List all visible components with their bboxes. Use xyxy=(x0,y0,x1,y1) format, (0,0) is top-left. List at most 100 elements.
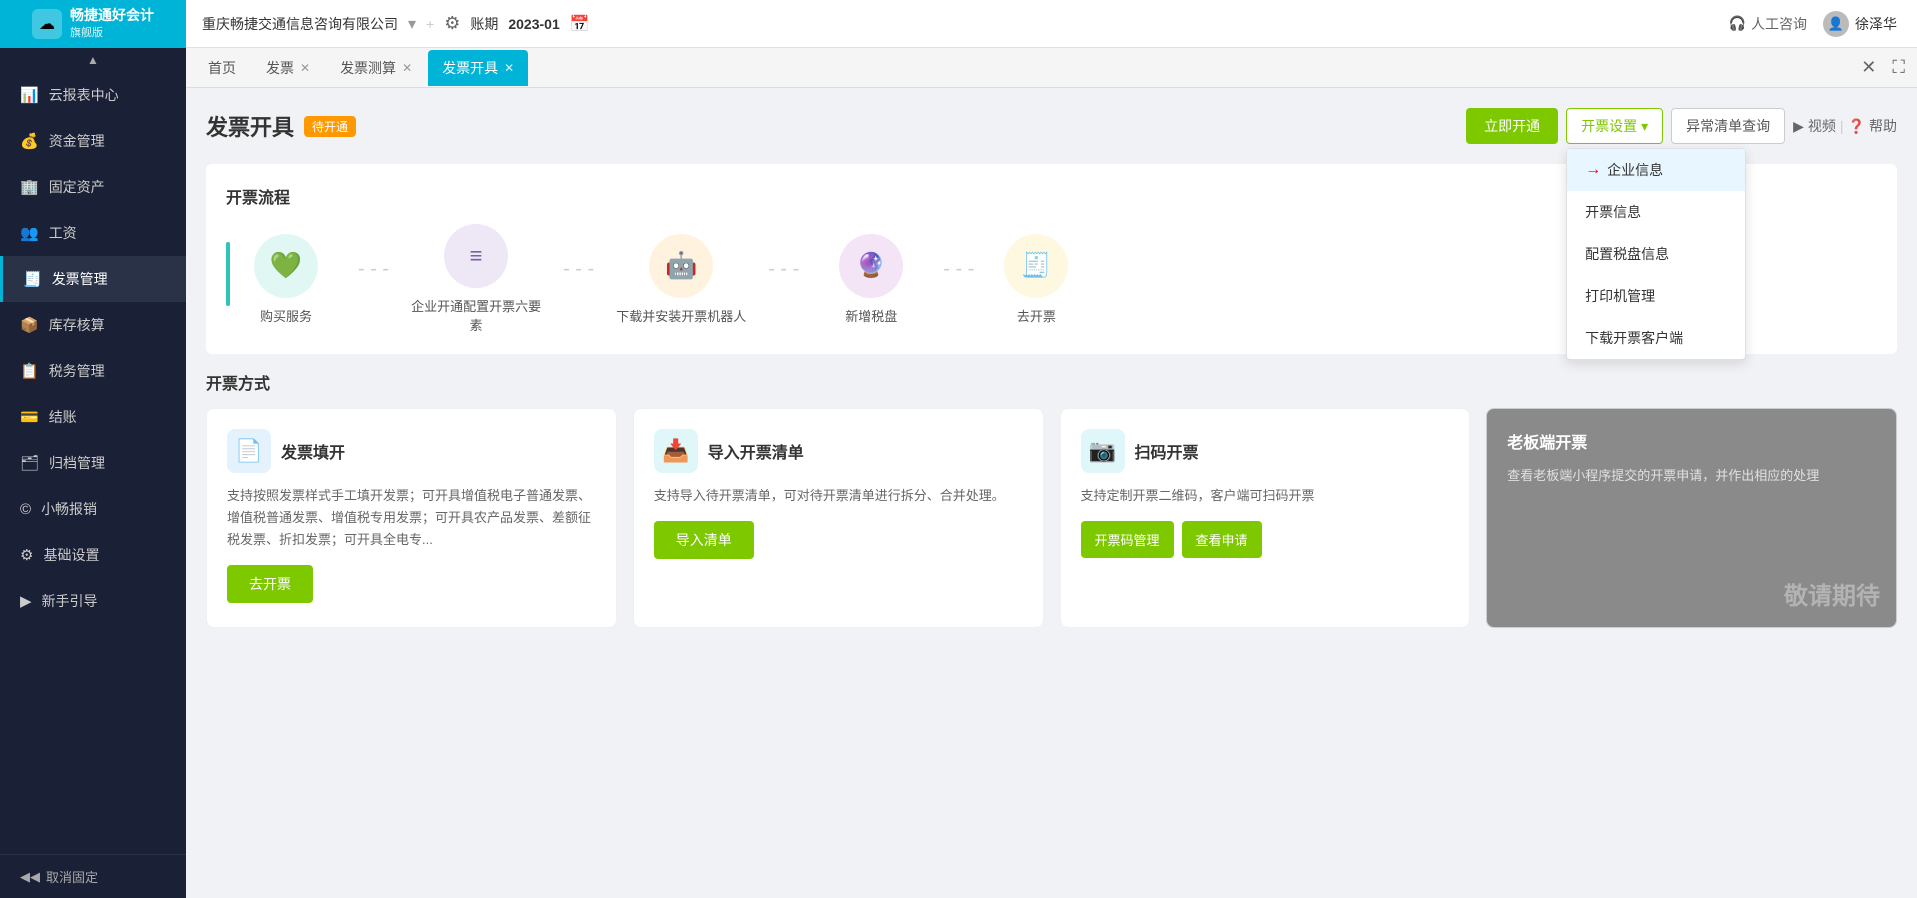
tab-invoice-calc[interactable]: 发票测算 ✕ xyxy=(326,50,426,86)
period-value[interactable]: 2023-01 xyxy=(508,16,559,32)
tab-invoice[interactable]: 发票 ✕ xyxy=(252,50,324,86)
method-cards-grid: 📄 发票填开 支持按照发票样式手工填开发票；可开具增值税电子普通发票、增值税普通… xyxy=(206,408,1897,628)
tab-invoice-open-label: 发票开具 xyxy=(442,58,498,78)
card1-header: 📄 发票填开 xyxy=(227,429,596,473)
sidebar-label-settle: 结账 xyxy=(49,407,77,427)
sidebar-label-funds: 资金管理 xyxy=(49,131,105,151)
sidebar: ▲ 📊 云报表中心 💰 资金管理 🏢 固定资产 👥 工资 🧾 发票管理 xyxy=(0,48,186,898)
sidebar-item-settings[interactable]: ⚙ 基础设置 xyxy=(0,532,186,578)
card1-title: 发票填开 xyxy=(281,439,345,463)
card3-title: 扫码开票 xyxy=(1135,439,1199,463)
invoice-icon: 🧾 xyxy=(23,270,42,288)
sidebar-item-payroll[interactable]: 👥 工资 xyxy=(0,210,186,256)
settings-dropdown-container: 开票设置 ▾ → 企业信息 开票信息 xyxy=(1566,108,1663,144)
card3-btn2[interactable]: 查看申请 xyxy=(1182,521,1262,558)
sidebar-item-tax[interactable]: 📋 税务管理 xyxy=(0,348,186,394)
dropdown-item-download[interactable]: 下载开票客户端 xyxy=(1567,317,1745,359)
sidebar-item-settle[interactable]: 💳 结账 xyxy=(0,394,186,440)
card3-icon: 📷 xyxy=(1081,429,1125,473)
sidebar-label-invoice: 发票管理 xyxy=(52,269,108,289)
user-btn[interactable]: 👤 徐泽华 xyxy=(1823,11,1897,37)
step3-label: 下载并安装开票机器人 xyxy=(616,306,746,325)
settings2-icon: ⚙ xyxy=(20,546,33,564)
video-help-btn[interactable]: ▶ 视频 | ❓ 帮助 xyxy=(1793,116,1897,136)
dropdown-item-printer[interactable]: 打印机管理 xyxy=(1567,275,1745,317)
sidebar-label-inventory: 库存核算 xyxy=(49,315,105,335)
help-q-icon: ❓ xyxy=(1848,118,1865,135)
guide-icon: ▶ xyxy=(20,592,32,610)
card4-overlay: 敬请期待 xyxy=(1784,576,1880,611)
sidebar-item-inventory[interactable]: 📦 库存核算 xyxy=(0,302,186,348)
step1-icon: 💚 xyxy=(254,234,318,298)
user-name: 徐泽华 xyxy=(1855,14,1897,34)
sidebar-label-reimbursement: 小畅报销 xyxy=(41,499,97,519)
sidebar-item-invoice[interactable]: 🧾 发票管理 xyxy=(0,256,186,302)
settings-btn-label: 开票设置 xyxy=(1581,116,1637,136)
dropdown-label-invoice: 开票信息 xyxy=(1585,204,1641,220)
help-btn[interactable]: 🎧 人工咨询 xyxy=(1729,14,1807,34)
dropdown-item-invoice-info[interactable]: 开票信息 xyxy=(1567,191,1745,233)
tab-open-close[interactable]: ✕ xyxy=(504,61,514,75)
flow-step-5: 🧾 去开票 xyxy=(986,234,1086,325)
sidebar-item-assets[interactable]: 🏢 固定资产 xyxy=(0,164,186,210)
sidebar-item-guide[interactable]: ▶ 新手引导 xyxy=(0,578,186,624)
card3-btn1[interactable]: 开票码管理 xyxy=(1081,521,1174,558)
abnormal-btn[interactable]: 异常清单查询 xyxy=(1671,108,1785,144)
card3-desc: 支持定制开票二维码，客户端可扫码开票 xyxy=(1081,485,1450,507)
company-name[interactable]: 重庆畅捷交通信息咨询有限公司 xyxy=(202,14,398,34)
sidebar-label-payroll: 工资 xyxy=(49,223,77,243)
sidebar-label-assets: 固定资产 xyxy=(49,177,105,197)
card2-desc: 支持导入待开票清单，可对待开票清单进行拆分、合并处理。 xyxy=(654,485,1023,507)
settings-dropdown-btn[interactable]: 开票设置 ▾ xyxy=(1566,108,1663,144)
cancel-label: 取消固定 xyxy=(46,867,98,886)
help-btn-label: 帮助 xyxy=(1869,116,1897,136)
sidebar-item-archive[interactable]: 🗂 归档管理 xyxy=(0,440,186,486)
inventory-icon: 📦 xyxy=(20,316,39,334)
page-actions: 立即开通 开票设置 ▾ → 企业信息 xyxy=(1466,108,1897,144)
flow-arrow-1: - - - xyxy=(346,258,401,281)
maximize-btn[interactable]: ⛶ xyxy=(1888,53,1909,82)
chevron-down-icon: ▾ xyxy=(1641,118,1648,135)
calendar-icon[interactable]: 📅 xyxy=(570,14,590,34)
sidebar-label-reports: 云报表中心 xyxy=(49,85,119,105)
sidebar-label-tax: 税务管理 xyxy=(49,361,105,381)
main-panel: 首页 发票 ✕ 发票测算 ✕ 发票开具 ✕ ✕ ⛶ xyxy=(186,48,1917,898)
sidebar-item-reimbursement[interactable]: © 小畅报销 xyxy=(0,486,186,532)
card1-desc: 支持按照发票样式手工填开发票；可开具增值税电子普通发票、增值税普通发票、增值税专… xyxy=(227,485,596,551)
cancel-fixed-btn[interactable]: ◀◀ 取消固定 xyxy=(0,854,186,898)
method-card-scan: 📷 扫码开票 支持定制开票二维码，客户端可扫码开票 开票码管理 查看申请 xyxy=(1060,408,1471,628)
logo-title: 畅捷通好会计 xyxy=(70,7,154,24)
close-window-btn[interactable]: ✕ xyxy=(1857,53,1880,82)
sidebar-item-reports[interactable]: 📊 云报表中心 xyxy=(0,72,186,118)
card2-btn[interactable]: 导入清单 xyxy=(654,521,754,559)
card2-icon: 📥 xyxy=(654,429,698,473)
play-icon: ▶ xyxy=(1793,118,1804,135)
tab-invoice-close[interactable]: ✕ xyxy=(300,61,310,75)
sidebar-scroll-up[interactable]: ▲ xyxy=(0,48,186,72)
tab-calc-close[interactable]: ✕ xyxy=(402,61,412,75)
reimbursement-icon: © xyxy=(20,501,31,518)
assets-icon: 🏢 xyxy=(20,178,39,196)
tab-bar: 首页 发票 ✕ 发票测算 ✕ 发票开具 ✕ ✕ ⛶ xyxy=(186,48,1917,88)
tab-invoice-label: 发票 xyxy=(266,58,294,78)
sidebar-item-funds[interactable]: 💰 资金管理 xyxy=(0,118,186,164)
dropdown-item-tax-disk[interactable]: 配置税盘信息 xyxy=(1567,233,1745,275)
step2-icon: ≡ xyxy=(444,224,508,288)
card4-title: 老板端开票 xyxy=(1507,429,1876,453)
settings-icon[interactable]: ⚙ xyxy=(444,13,460,34)
divider-v: | xyxy=(1840,118,1844,134)
tab-home-label: 首页 xyxy=(208,58,236,78)
reports-icon: 📊 xyxy=(20,86,39,104)
tab-invoice-open[interactable]: 发票开具 ✕ xyxy=(428,50,528,86)
settings-dropdown-menu: → 企业信息 开票信息 配置税盘信息 打印机管理 xyxy=(1566,148,1746,360)
flow-step-4: 🔮 新增税盘 xyxy=(811,234,931,325)
activate-btn[interactable]: 立即开通 xyxy=(1466,108,1558,144)
step5-icon: 🧾 xyxy=(1004,234,1068,298)
card1-btn[interactable]: 去开票 xyxy=(227,565,313,603)
methods-section: 开票方式 📄 发票填开 支持按照发票样式手工填开发票；可开具增值税电子普通发票、… xyxy=(206,370,1897,628)
dropdown-arrow-icon[interactable]: ▾ xyxy=(408,14,416,34)
dropdown-item-company-info[interactable]: → 企业信息 xyxy=(1567,149,1745,191)
tab-home[interactable]: 首页 xyxy=(194,50,250,86)
step5-label: 去开票 xyxy=(1017,306,1056,325)
video-label: 视频 xyxy=(1808,116,1836,136)
